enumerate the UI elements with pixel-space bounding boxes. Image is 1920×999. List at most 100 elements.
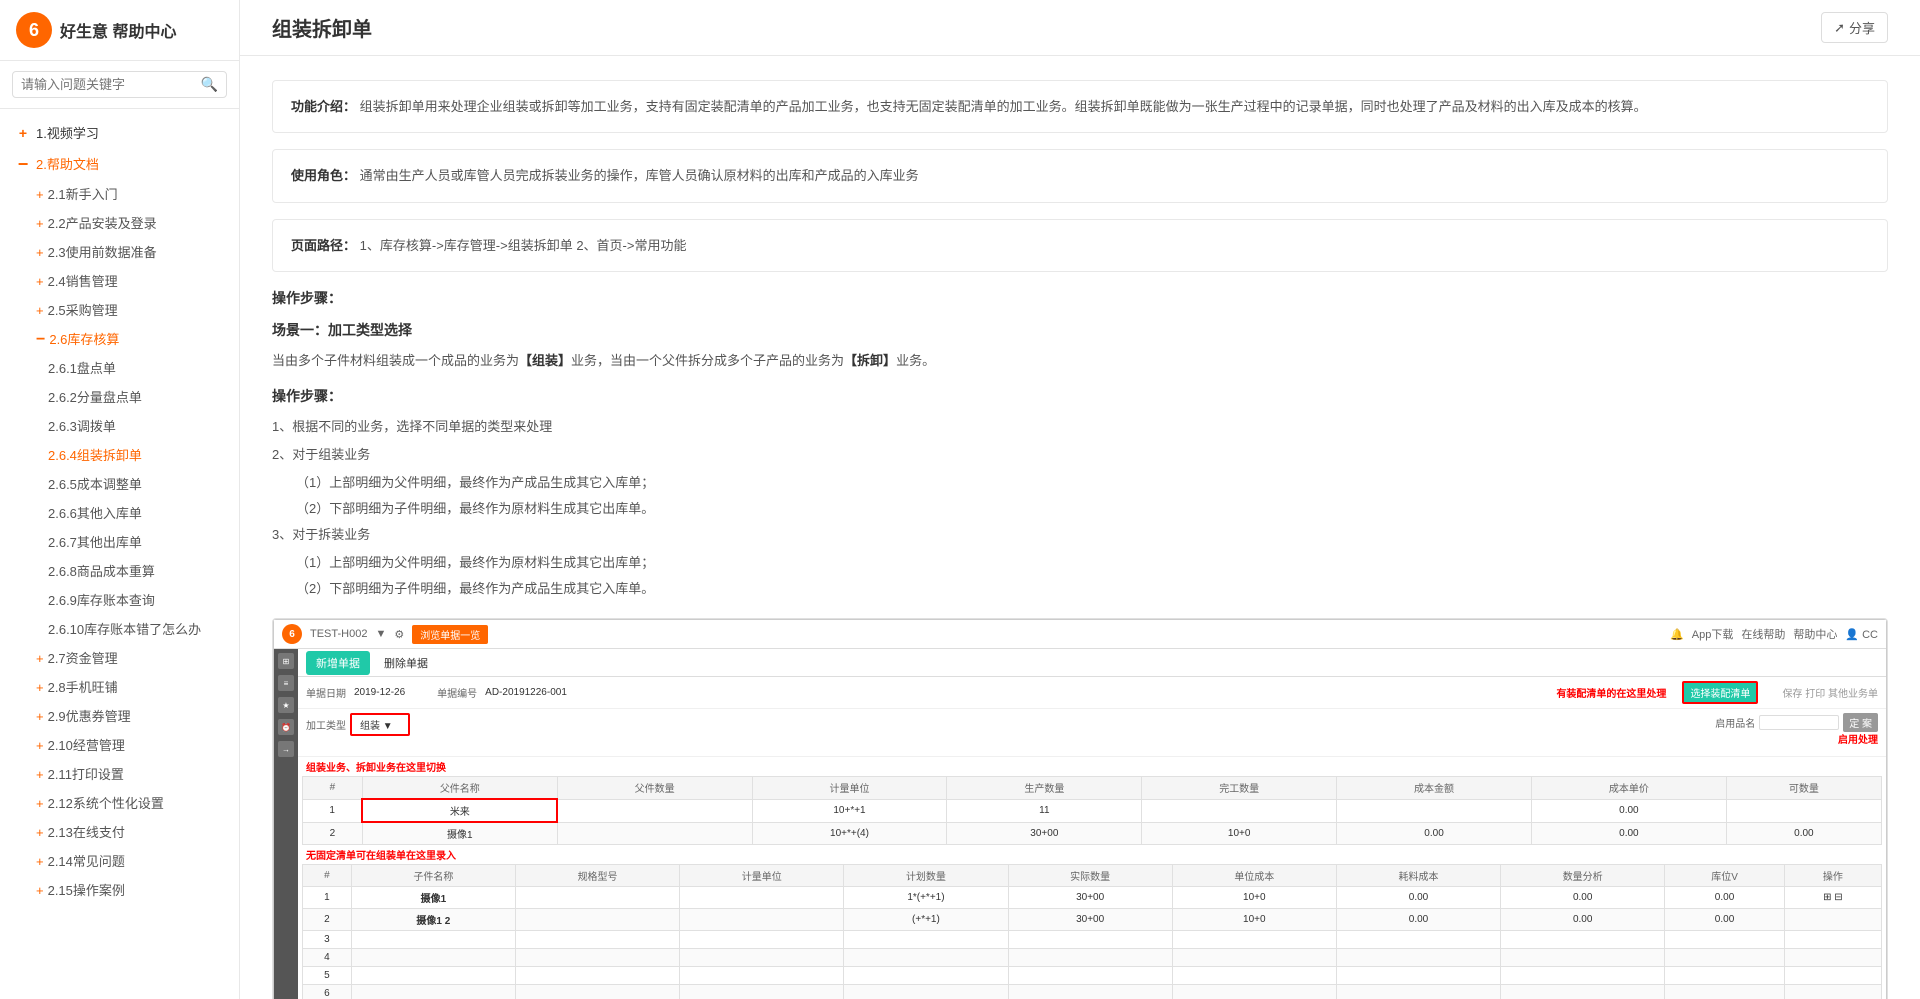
cell: 0.00 <box>1665 909 1785 931</box>
sidebar-home-icon[interactable]: ⊞ <box>278 653 294 669</box>
sidebar-item-docs[interactable]: − 2.帮助文档 <box>0 148 239 179</box>
plus-icon-finance: + <box>36 651 44 666</box>
share-button[interactable]: ➚ 分享 <box>1821 12 1888 43</box>
sidebar-item-purchase[interactable]: +2.5采购管理 <box>0 295 239 324</box>
page-title: 组装拆卸单 <box>272 13 372 42</box>
sidebar-item-faq[interactable]: +2.14常见问题 <box>0 846 239 875</box>
cell <box>844 967 1008 985</box>
enable-input[interactable] <box>1759 715 1839 730</box>
app-icons-row: 保存 打印 其他业务单 <box>1782 685 1878 700</box>
cell <box>557 799 752 822</box>
app-user-icon: 👤 CC <box>1845 628 1878 641</box>
sidebar-menu-icon[interactable]: ≡ <box>278 675 294 691</box>
sidebar-item-video[interactable]: + 1.视频学习 <box>0 117 239 148</box>
nav-section-1: + 1.视频学习 <box>0 117 239 148</box>
browse-btn[interactable]: 浏览单据一览 <box>412 625 488 644</box>
sidebar-item-partial-stocktake[interactable]: 2.6.2分量盘点单 <box>0 382 239 411</box>
sidebar-item-mobile[interactable]: +2.8手机旺铺 <box>0 672 239 701</box>
sidebar-clock-icon[interactable]: ⏰ <box>278 719 294 735</box>
col-unit-cost: 成本单价 <box>1531 777 1726 800</box>
cell <box>515 931 679 949</box>
table-row: 1 摄像1 1*(+*+1) 30+00 10+0 0.00 0.00 <box>303 887 1882 909</box>
sidebar-arrow-icon[interactable]: → <box>278 741 294 757</box>
cell: 0.00 <box>1726 822 1881 845</box>
col-material-cost: 耗料成本 <box>1336 865 1500 887</box>
cell: 0.00 <box>1531 799 1726 822</box>
table-row: 6 <box>303 985 1882 999</box>
col-unit2: 计量单位 <box>680 865 844 887</box>
cell <box>1336 985 1500 999</box>
sidebar-item-sales[interactable]: +2.4销售管理 <box>0 266 239 295</box>
sidebar-item-cost-adjust[interactable]: 2.6.5成本调整单 <box>0 469 239 498</box>
sidebar-item-cost-recalc[interactable]: 2.6.8商品成本重算 <box>0 556 239 585</box>
sidebar-item-transfer[interactable]: 2.6.3调拨单 <box>0 411 239 440</box>
app-topbar: 6 TEST-H002 ▼ ⚙ 浏览单据一览 🔔 App下载 在线帮助 帮助中心… <box>274 620 1886 649</box>
col-num: # <box>303 865 352 887</box>
form-no-value: AD-20191226-001 <box>485 687 567 698</box>
cell: 0.00 <box>1336 909 1500 931</box>
search-icon[interactable]: 🔍 <box>201 76 218 93</box>
cell <box>351 931 515 949</box>
sidebar-item-operation[interactable]: +2.10经营管理 <box>0 730 239 759</box>
search-input[interactable] <box>21 77 201 92</box>
enable-label: 启用品名 <box>1715 715 1755 730</box>
plus-icon-operation: + <box>36 738 44 753</box>
cell <box>1172 985 1336 999</box>
col-parent-name: 父件名称 <box>362 777 557 800</box>
app-dropdown-icon: ▼ <box>375 628 386 640</box>
child-table-container: # 子件名称 规格型号 计量单位 计划数量 实际数量 单位成本 耗料成本 数量分 <box>298 864 1886 999</box>
cell <box>844 985 1008 999</box>
sidebar-item-stock-error[interactable]: 2.6.10库存账本错了怎么办 <box>0 614 239 643</box>
logo-text: 好生意 帮助中心 <box>60 18 176 42</box>
col-prod-qty: 生产数量 <box>947 777 1142 800</box>
sidebar-item-newbie[interactable]: +2.1新手入门 <box>0 179 239 208</box>
step-2: 2、对于组装业务 <box>272 442 1888 468</box>
cell <box>680 887 844 909</box>
select-bom-btn[interactable]: 选择装配清单 <box>1682 681 1758 704</box>
confirm-btn[interactable]: 定 案 <box>1843 713 1878 732</box>
sidebar-item-install[interactable]: +2.2产品安装及登录 <box>0 208 239 237</box>
path-text: 1、库存核算->库存管理->组装拆卸单 2、首页->常用功能 <box>360 238 687 253</box>
app-tab-new[interactable]: 新增单据 <box>306 651 370 675</box>
sidebar: 6 好生意 帮助中心 🔍 + 1.视频学习 − 2.帮助文档 +2.1新手入门 <box>0 0 240 999</box>
cell <box>515 909 679 931</box>
app-id: TEST-H002 <box>310 628 367 640</box>
path-label: 页面路径： <box>291 238 356 253</box>
feature-intro-label: 功能介绍： <box>291 99 356 114</box>
logo-area: 6 好生意 帮助中心 <box>0 0 239 61</box>
sidebar-item-other-out[interactable]: 2.6.7其他出库单 <box>0 527 239 556</box>
sidebar-item-stock-ledger[interactable]: 2.6.9库存账本查询 <box>0 585 239 614</box>
sidebar-item-inventory[interactable]: −2.6库存核算 <box>0 324 239 353</box>
sidebar-item-stocktake[interactable]: 2.6.1盘点单 <box>0 353 239 382</box>
role-label: 使用角色： <box>291 168 356 183</box>
sidebar-item-finance[interactable]: +2.7资金管理 <box>0 643 239 672</box>
sidebar-item-print[interactable]: +2.11打印设置 <box>0 759 239 788</box>
cell <box>1008 949 1172 967</box>
parent-table-header: # 父件名称 父件数量 计量单位 生产数量 完工数量 成本金额 成本单价 可数量 <box>303 777 1882 800</box>
sidebar-item-cases[interactable]: +2.15操作案例 <box>0 875 239 904</box>
cell: 1 <box>303 799 363 822</box>
sidebar-item-assembly[interactable]: 2.6.4组装拆卸单 <box>0 440 239 469</box>
annotation-enable: 启用处理 <box>1838 731 1878 746</box>
sidebar-item-settings[interactable]: +2.12系统个性化设置 <box>0 788 239 817</box>
child-table-header: # 子件名称 规格型号 计量单位 计划数量 实际数量 单位成本 耗料成本 数量分 <box>303 865 1882 887</box>
sidebar-item-payment[interactable]: +2.13在线支付 <box>0 817 239 846</box>
sidebar-item-other-in[interactable]: 2.6.6其他入库单 <box>0 498 239 527</box>
search-box[interactable]: 🔍 <box>12 71 227 98</box>
cell <box>1784 909 1881 931</box>
cell: 1*(+*+1) <box>844 887 1008 909</box>
cell <box>1665 931 1785 949</box>
app-tab-delete[interactable]: 删除单据 <box>374 651 438 675</box>
processing-type-selector[interactable]: 组装 ▼ <box>350 713 410 736</box>
plus-icon-coupon: + <box>36 709 44 724</box>
steps-subtitle: 操作步骤： <box>272 386 1888 406</box>
sidebar-star-icon[interactable]: ★ <box>278 697 294 713</box>
sidebar-item-prepare[interactable]: +2.3使用前数据准备 <box>0 237 239 266</box>
annotation-switch: 组装业务、拆卸业务在这里切换 <box>298 757 1886 776</box>
nav-children-docs: +2.1新手入门 +2.2产品安装及登录 +2.3使用前数据准备 +2.4销售管… <box>0 179 239 904</box>
cell <box>680 909 844 931</box>
col-op: 操作 <box>1784 865 1881 887</box>
step-2-sub2: （2）下部明细为子件明细，最终作为原材料生成其它出库单。 <box>296 496 1888 522</box>
sidebar-item-coupon[interactable]: +2.9优惠券管理 <box>0 701 239 730</box>
cell: 10+0 <box>1172 909 1336 931</box>
